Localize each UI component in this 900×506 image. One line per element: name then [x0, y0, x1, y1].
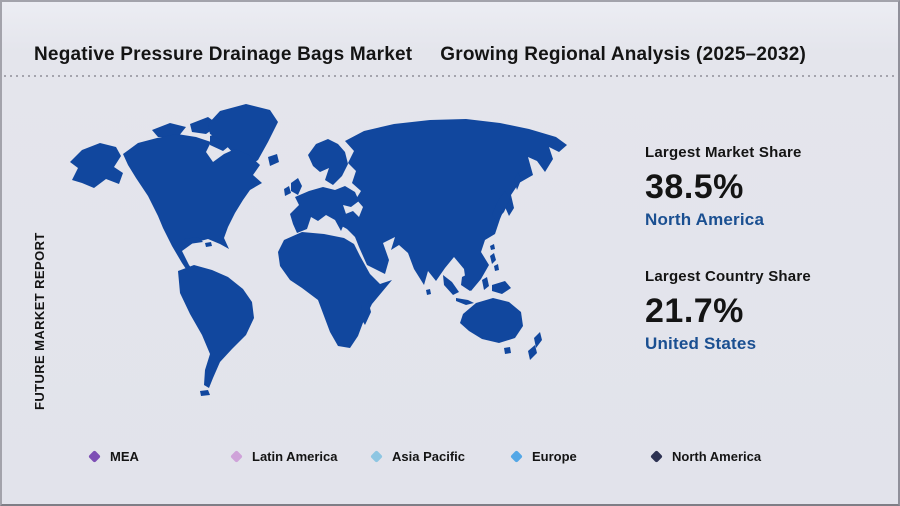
legend-label: MEA	[110, 449, 139, 464]
legend-item-asia-pacific: Asia Pacific	[370, 449, 465, 464]
legend-dot-icon	[88, 450, 101, 463]
stat-largest-market-share: Largest Market Share 38.5% North America	[645, 144, 885, 230]
legend-label: Europe	[532, 449, 577, 464]
legend-dot-icon	[650, 450, 663, 463]
page-title: Negative Pressure Drainage Bags Market G…	[34, 44, 878, 66]
legend-label: Asia Pacific	[392, 449, 465, 464]
dotted-divider	[4, 75, 896, 77]
stats-panel: Largest Market Share 38.5% North America…	[645, 144, 885, 392]
legend-dot-icon	[370, 450, 383, 463]
legend-item-europe: Europe	[510, 449, 577, 464]
legend-label: North America	[672, 449, 762, 464]
legend-label: Latin America	[252, 449, 338, 464]
legend: MEA Latin America Asia Pacific Europe No…	[2, 449, 898, 469]
world-map	[70, 104, 567, 396]
legend-item-latin-america: Latin America	[230, 449, 338, 464]
stat-value: 21.7%	[645, 292, 744, 330]
stat-label: Largest Country Share	[645, 268, 811, 285]
stat-region: North America	[645, 210, 765, 229]
legend-dot-icon	[230, 450, 243, 463]
legend-item-mea: MEA	[88, 449, 139, 464]
page-title-right: Growing Regional Analysis (2025–2032)	[440, 44, 806, 65]
brand-vertical-text: FUTURE MARKET REPORT	[32, 232, 47, 410]
legend-item-north-america: North America	[650, 449, 762, 464]
infographic-root: Negative Pressure Drainage Bags Market G…	[0, 0, 900, 506]
stat-value: 38.5%	[645, 168, 744, 206]
stat-region: United States	[645, 334, 757, 353]
stat-largest-country-share: Largest Country Share 21.7% United State…	[645, 268, 885, 354]
legend-dot-icon	[510, 450, 523, 463]
stat-label: Largest Market Share	[645, 144, 802, 161]
page-title-left: Negative Pressure Drainage Bags Market	[34, 44, 413, 65]
